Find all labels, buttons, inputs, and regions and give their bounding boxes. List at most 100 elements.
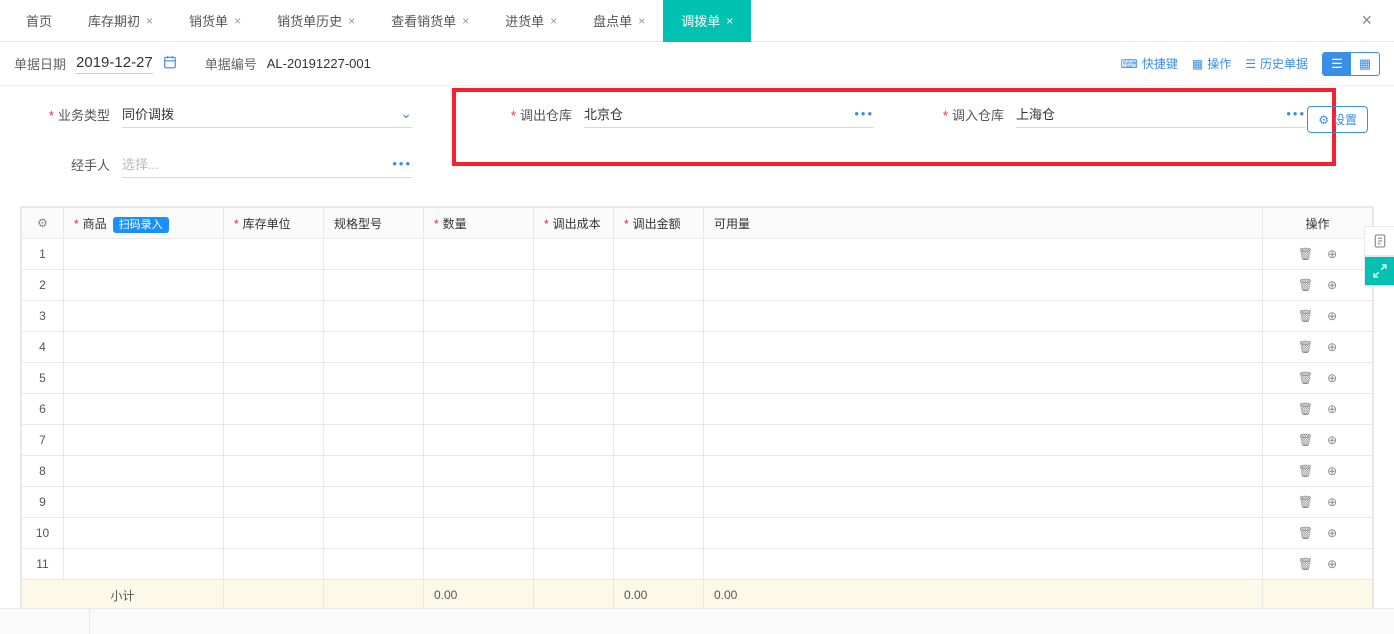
cell-qty[interactable]: [424, 301, 534, 332]
add-row-icon[interactable]: ⊕: [1327, 278, 1337, 292]
cell-amt[interactable]: [614, 394, 704, 425]
tab-inventory-init[interactable]: 库存期初×: [70, 0, 171, 42]
tab-home[interactable]: 首页: [8, 0, 70, 42]
add-row-icon[interactable]: ⊕: [1327, 433, 1337, 447]
cell-unit[interactable]: [224, 518, 324, 549]
table-row[interactable]: 2🗑⊕: [22, 270, 1373, 301]
cell-qty[interactable]: [424, 518, 534, 549]
shortcut-link[interactable]: ⌨快捷键: [1121, 55, 1178, 72]
add-row-icon[interactable]: ⊕: [1327, 340, 1337, 354]
table-row[interactable]: 7🗑⊕: [22, 425, 1373, 456]
cell-unit[interactable]: [224, 270, 324, 301]
cell-avail[interactable]: [704, 487, 1263, 518]
cell-qty[interactable]: [424, 363, 534, 394]
scan-badge[interactable]: 扫码录入: [113, 217, 169, 233]
cell-product[interactable]: [64, 456, 224, 487]
handler-select[interactable]: 选择...•••: [122, 150, 412, 178]
cell-unit[interactable]: [224, 363, 324, 394]
cell-amt[interactable]: [614, 549, 704, 580]
cell-spec[interactable]: [324, 270, 424, 301]
close-all-tabs-icon[interactable]: ×: [1347, 10, 1386, 31]
cell-qty[interactable]: [424, 394, 534, 425]
close-icon[interactable]: ×: [726, 14, 733, 28]
table-row[interactable]: 9🗑⊕: [22, 487, 1373, 518]
cell-avail[interactable]: [704, 456, 1263, 487]
tab-stocktake[interactable]: 盘点单×: [575, 0, 663, 42]
cell-avail[interactable]: [704, 239, 1263, 270]
cell-spec[interactable]: [324, 332, 424, 363]
cell-spec[interactable]: [324, 301, 424, 332]
cell-cost[interactable]: [534, 301, 614, 332]
cell-amt[interactable]: [614, 425, 704, 456]
delete-row-icon[interactable]: 🗑: [1298, 278, 1313, 292]
notes-button[interactable]: [1364, 226, 1394, 256]
cell-qty[interactable]: [424, 332, 534, 363]
in-warehouse-select[interactable]: 上海仓•••: [1016, 100, 1306, 128]
delete-row-icon[interactable]: 🗑: [1298, 402, 1313, 416]
settings-button[interactable]: ⚙设置: [1307, 106, 1368, 133]
cell-avail[interactable]: [704, 332, 1263, 363]
delete-row-icon[interactable]: 🗑: [1298, 309, 1313, 323]
cell-spec[interactable]: [324, 456, 424, 487]
cell-product[interactable]: [64, 549, 224, 580]
cell-amt[interactable]: [614, 332, 704, 363]
cell-cost[interactable]: [534, 270, 614, 301]
table-row[interactable]: 5🗑⊕: [22, 363, 1373, 394]
history-link[interactable]: ☰历史单据: [1245, 55, 1308, 72]
add-row-icon[interactable]: ⊕: [1327, 495, 1337, 509]
close-icon[interactable]: ×: [146, 14, 153, 28]
cell-unit[interactable]: [224, 301, 324, 332]
cell-product[interactable]: [64, 487, 224, 518]
delete-row-icon[interactable]: 🗑: [1298, 557, 1313, 571]
cell-cost[interactable]: [534, 518, 614, 549]
tab-transfer[interactable]: 调拨单×: [663, 0, 751, 42]
table-row[interactable]: 8🗑⊕: [22, 456, 1373, 487]
cell-spec[interactable]: [324, 518, 424, 549]
table-row[interactable]: 11🗑⊕: [22, 549, 1373, 580]
cell-avail[interactable]: [704, 518, 1263, 549]
delete-row-icon[interactable]: 🗑: [1298, 526, 1313, 540]
cell-unit[interactable]: [224, 425, 324, 456]
cell-spec[interactable]: [324, 394, 424, 425]
cell-spec[interactable]: [324, 239, 424, 270]
tab-sales-order[interactable]: 销货单×: [171, 0, 259, 42]
cell-qty[interactable]: [424, 270, 534, 301]
cell-avail[interactable]: [704, 270, 1263, 301]
cell-cost[interactable]: [534, 549, 614, 580]
cell-product[interactable]: [64, 363, 224, 394]
cell-qty[interactable]: [424, 456, 534, 487]
operations-link[interactable]: ▦操作: [1192, 55, 1231, 72]
cell-amt[interactable]: [614, 456, 704, 487]
cell-product[interactable]: [64, 270, 224, 301]
cell-amt[interactable]: [614, 487, 704, 518]
cell-avail[interactable]: [704, 363, 1263, 394]
cell-unit[interactable]: [224, 239, 324, 270]
add-row-icon[interactable]: ⊕: [1327, 526, 1337, 540]
tab-sales-history[interactable]: 销货单历史×: [259, 0, 373, 42]
tab-view-sales[interactable]: 查看销货单×: [373, 0, 487, 42]
cell-unit[interactable]: [224, 456, 324, 487]
cell-unit[interactable]: [224, 332, 324, 363]
delete-row-icon[interactable]: 🗑: [1298, 433, 1313, 447]
fullscreen-button[interactable]: [1364, 256, 1394, 286]
cell-qty[interactable]: [424, 549, 534, 580]
table-row[interactable]: 6🗑⊕: [22, 394, 1373, 425]
cell-amt[interactable]: [614, 270, 704, 301]
cell-cost[interactable]: [534, 425, 614, 456]
cell-qty[interactable]: [424, 425, 534, 456]
cell-qty[interactable]: [424, 487, 534, 518]
cell-cost[interactable]: [534, 487, 614, 518]
biz-type-select[interactable]: 同价调拨⌄: [122, 100, 412, 128]
cell-product[interactable]: [64, 518, 224, 549]
cell-amt[interactable]: [614, 363, 704, 394]
delete-row-icon[interactable]: 🗑: [1298, 464, 1313, 478]
list-view-button[interactable]: ☰: [1323, 53, 1351, 75]
add-row-icon[interactable]: ⊕: [1327, 247, 1337, 261]
cell-cost[interactable]: [534, 332, 614, 363]
cell-avail[interactable]: [704, 425, 1263, 456]
close-icon[interactable]: ×: [348, 14, 355, 28]
cell-cost[interactable]: [534, 363, 614, 394]
col-settings[interactable]: ⚙: [22, 208, 64, 239]
cell-amt[interactable]: [614, 518, 704, 549]
add-row-icon[interactable]: ⊕: [1327, 402, 1337, 416]
